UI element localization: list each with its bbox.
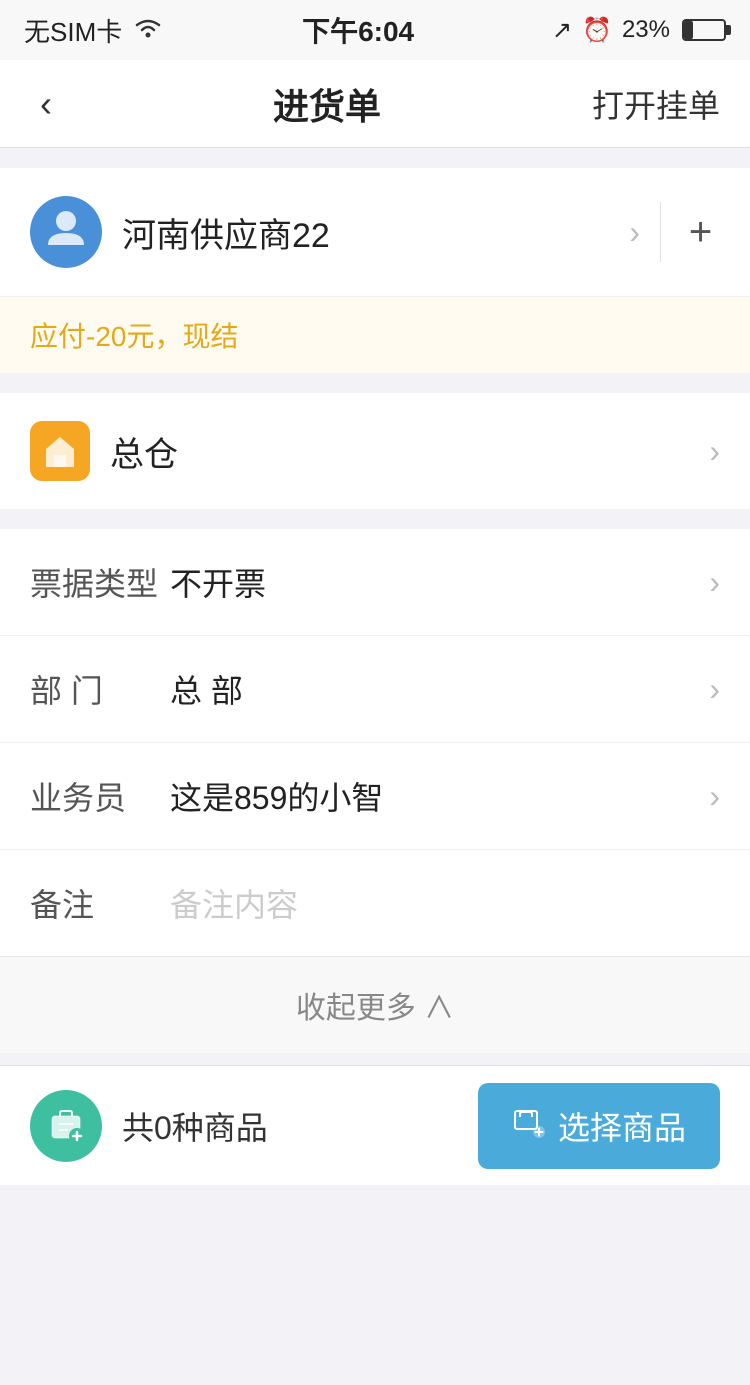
warehouse-row[interactable]: 总仓 › [0,393,750,509]
warehouse-icon [30,421,90,481]
section-divider-3 [0,509,750,529]
carrier-text: 无SIM卡 [24,12,122,49]
status-right: ↗ ⏰ 23% [552,16,726,45]
department-label: 部 门 [30,666,170,712]
open-pending-button[interactable]: 打开挂单 [592,81,720,127]
supplier-name: 河南供应商22 [122,208,629,257]
section-divider-2 [0,373,750,393]
nav-bar: ‹ 进货单 打开挂单 [0,60,750,148]
select-btn-icon [512,1105,546,1147]
product-count-text: 共0种商品 [122,1103,478,1149]
invoice-chevron-icon: › [709,564,720,601]
wifi-icon [132,15,164,46]
warehouse-chevron-icon: › [709,433,720,470]
back-button[interactable]: ‹ [30,73,62,135]
supplier-avatar [30,196,102,268]
collapse-label: 收起更多 ∧ [296,992,454,1025]
gray-fill [0,1185,750,1385]
form-row-remark[interactable]: 备注 备注内容 [0,849,750,956]
supplier-chevron-icon: › [629,214,640,251]
salesperson-value: 这是859的小智 [170,773,709,819]
alarm-icon: ⏰ [582,16,612,45]
page-title: 进货单 [273,78,381,130]
location-icon: ↗ [552,16,572,45]
warehouse-card: 总仓 › [0,393,750,509]
form-row-department[interactable]: 部 门 总 部 › [0,635,750,742]
select-btn-label: 选择商品 [558,1103,686,1149]
form-row-invoice[interactable]: 票据类型 不开票 › [0,529,750,635]
warehouse-name: 总仓 [110,427,709,476]
time-text: 下午6:04 [302,10,414,50]
form-row-salesperson[interactable]: 业务员 这是859的小智 › [0,742,750,849]
plus-icon: + [689,210,712,255]
select-product-button[interactable]: 选择商品 [478,1083,720,1169]
battery-text: 23% [622,16,670,44]
invoice-value: 不开票 [170,559,709,605]
bottom-bar: 共0种商品 选择商品 [0,1065,750,1185]
supplier-card: 河南供应商22 › + 应付-20元，现结 [0,168,750,373]
form-card: 票据类型 不开票 › 部 门 总 部 › 业务员 这是859的小智 › 备注 备… [0,529,750,1053]
status-bar: 无SIM卡 下午6:04 ↗ ⏰ 23% [0,0,750,60]
salesperson-chevron-icon: › [709,778,720,815]
notice-bar: 应付-20元，现结 [0,297,750,373]
invoice-label: 票据类型 [30,559,170,605]
add-supplier-button[interactable]: + [660,202,720,262]
salesperson-label: 业务员 [30,773,170,819]
collapse-row[interactable]: 收起更多 ∧ [0,956,750,1053]
product-icon [30,1090,102,1162]
section-divider-4 [0,1053,750,1063]
remark-label: 备注 [30,880,170,926]
department-value: 总 部 [170,666,709,712]
status-left: 无SIM卡 [24,12,164,49]
section-divider-1 [0,148,750,168]
department-chevron-icon: › [709,671,720,708]
avatar-icon [44,205,88,259]
battery-icon [682,19,726,41]
supplier-row[interactable]: 河南供应商22 › + [0,168,750,297]
notice-text: 应付-20元，现结 [30,321,238,352]
remark-input[interactable]: 备注内容 [170,880,720,926]
